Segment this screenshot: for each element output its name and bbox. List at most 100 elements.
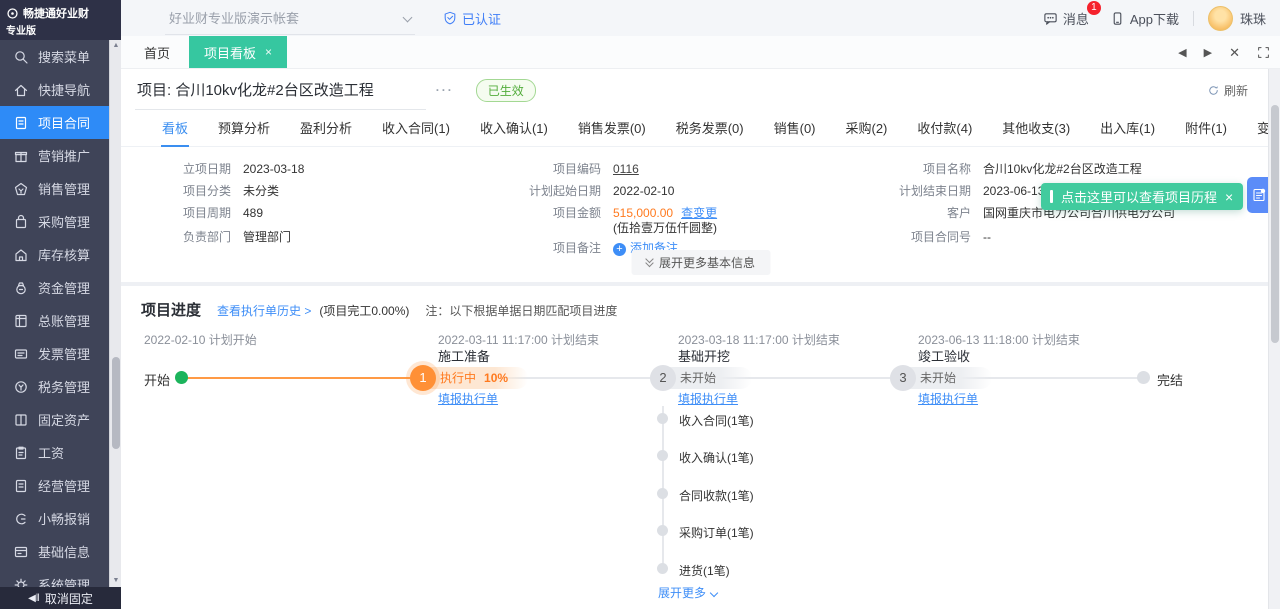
project-amount: 515,000.00 — [613, 206, 674, 220]
sidebar-scrollbar-thumb[interactable] — [112, 357, 120, 450]
progress-note: 注：以下根据单据日期匹配项目进度 — [425, 304, 618, 318]
tab-sales-invoice[interactable]: 销售发票(0) — [563, 111, 661, 147]
tab-board[interactable]: 看板 — [147, 111, 203, 147]
sidebar-item-label: 工资 — [38, 446, 65, 461]
brand-name: 畅捷通好业财 — [23, 8, 89, 20]
sidebar-item-business-mgmt[interactable]: 经营管理 — [0, 469, 109, 502]
unpin-sidebar-button[interactable]: ◀‖ 取消固定 — [0, 587, 121, 609]
field-value: 2022-02-10 — [613, 184, 675, 198]
sidebar-item-fixed-assets[interactable]: 固定资产 — [0, 403, 109, 436]
project-header-card: 项目: 合川10kv化龙#2台区改造工程 ··· 已生效 刷新 看板 预算分析 … — [121, 69, 1280, 282]
sidebar-item-label: 总账管理 — [38, 314, 91, 329]
scroll-down-icon[interactable]: ▼ — [110, 575, 122, 587]
topbar: 好业财专业版演示帐套 已认证 消息 1 App下载 珠珠 — [121, 0, 1280, 36]
field-label: 计划起始日期 — [528, 184, 601, 198]
scroll-up-icon[interactable]: ▲ — [110, 40, 122, 52]
tab-other-income-expense[interactable]: 其他收支(3) — [987, 111, 1085, 147]
funds-icon — [13, 280, 29, 296]
detail-tab-bar: 看板 预算分析 盈利分析 收入合同(1) 收入确认(1) 销售发票(0) 税务发… — [121, 111, 1280, 147]
messages-count-badge: 1 — [1086, 0, 1101, 15]
expense-icon — [13, 511, 29, 527]
fill-execution-order-link[interactable]: 填报执行单 — [918, 390, 978, 407]
expand-more-docs-link[interactable]: 展开更多 — [658, 584, 719, 601]
sidebar-item-purchase-mgmt[interactable]: 采购管理 — [0, 205, 109, 238]
tab-attachments[interactable]: 附件(1) — [1170, 111, 1242, 147]
search-icon — [13, 49, 29, 65]
tab-payments[interactable]: 收付款(4) — [902, 111, 987, 147]
refresh-button[interactable]: 刷新 — [1207, 82, 1248, 99]
tab-scroll-right-icon[interactable]: ▶ — [1204, 46, 1212, 59]
doc-item: 收入合同(1笔) — [679, 414, 754, 428]
project-title: 项目: 合川10kv化龙#2台区改造工程 — [135, 70, 426, 110]
page-scrollbar[interactable] — [1268, 69, 1280, 609]
stage-name: 基础开挖 — [678, 349, 731, 364]
double-chevron-down-icon — [644, 254, 654, 268]
sidebar-item-base-info[interactable]: 基础信息 — [0, 535, 109, 568]
view-changes-link[interactable]: 查变更 — [681, 205, 717, 222]
sidebar-item-payroll[interactable]: 工资 — [0, 436, 109, 469]
sidebar-item-funds[interactable]: 资金管理 — [0, 271, 109, 304]
tab-profit-analysis[interactable]: 盈利分析 — [285, 111, 367, 147]
tab-budget-analysis[interactable]: 预算分析 — [203, 111, 285, 147]
fill-execution-order-link[interactable]: 填报执行单 — [678, 390, 738, 407]
field-label: 立项日期 — [182, 162, 231, 176]
gift-icon — [13, 148, 29, 164]
sidebar-item-invoice[interactable]: 发票管理 — [0, 337, 109, 370]
tab-tax-invoice[interactable]: 税务发票(0) — [661, 111, 759, 147]
username[interactable]: 珠珠 — [1240, 9, 1266, 28]
account-set-dropdown[interactable]: 好业财专业版演示帐套 — [165, 1, 415, 35]
field-value: 489 — [243, 206, 264, 220]
chevron-down-icon — [709, 588, 719, 597]
fill-execution-order-link[interactable]: 填报执行单 — [438, 390, 498, 407]
more-actions-button[interactable]: ··· — [436, 83, 454, 97]
doc-item: 进货(1笔) — [679, 564, 730, 578]
stage-status: 未开始 — [920, 371, 957, 385]
field-label: 客户 — [946, 206, 971, 220]
sidebar-item-quick-nav[interactable]: 快捷导航 — [0, 73, 109, 106]
app-download-button[interactable]: App下载 — [1110, 9, 1179, 28]
sidebar-item-inventory[interactable]: 库存核算 — [0, 238, 109, 271]
stage-name: 施工准备 — [438, 349, 491, 364]
messages-button[interactable]: 消息 1 — [1043, 0, 1101, 28]
tooltip-close-icon[interactable]: × — [1225, 189, 1233, 205]
sidebar-scrollbar[interactable]: ▲ ▼ — [109, 40, 121, 587]
sidebar-item-search-menu[interactable]: 搜索菜单 — [0, 40, 109, 73]
fullscreen-icon[interactable] — [1257, 46, 1270, 59]
shield-check-icon — [443, 11, 457, 25]
tab-home[interactable]: 首页 — [125, 36, 189, 68]
tab-income-contract[interactable]: 收入合同(1) — [367, 111, 465, 147]
sidebar-item-sales-mgmt[interactable]: 销售管理 — [0, 172, 109, 205]
doc-dot — [657, 450, 668, 461]
expand-more-info-button[interactable]: 展开更多基本信息 — [630, 250, 771, 275]
phone-icon — [1110, 11, 1125, 26]
field-value: 合川10kv化龙#2台区改造工程 — [983, 162, 1142, 176]
chat-bubble-icon — [1043, 11, 1058, 26]
timeline-progress-line — [181, 377, 423, 379]
tax-icon — [13, 379, 29, 395]
sidebar-item-expense[interactable]: 小畅报销 — [0, 502, 109, 535]
field-label: 项目分类 — [182, 184, 231, 198]
sidebar-item-general-ledger[interactable]: 总账管理 — [0, 304, 109, 337]
timeline-end-dot — [1137, 371, 1150, 384]
sidebar-item-project-contract[interactable]: 项目合同 — [0, 106, 109, 139]
tab-purchase[interactable]: 采购(2) — [831, 111, 903, 147]
tab-sales[interactable]: 销售(0) — [759, 111, 831, 147]
sidebar-item-label: 税务管理 — [38, 380, 91, 395]
user-avatar[interactable] — [1207, 5, 1233, 31]
sidebar-item-tax[interactable]: 税务管理 — [0, 370, 109, 403]
sidebar-item-marketing[interactable]: 营销推广 — [0, 139, 109, 172]
close-all-tabs-icon[interactable]: ✕ — [1229, 45, 1240, 61]
field-value: 2023-03-18 — [243, 162, 305, 176]
certified-badge[interactable]: 已认证 — [443, 9, 501, 28]
tab-income-confirm[interactable]: 收入确认(1) — [465, 111, 563, 147]
page-scrollbar-thumb[interactable] — [1271, 105, 1279, 343]
tab-stock-in-out[interactable]: 出入库(1) — [1085, 111, 1170, 147]
tab-project-board[interactable]: 项目看板 × — [189, 36, 288, 68]
project-code-link[interactable]: 0116 — [613, 161, 639, 178]
tab-scroll-left-icon[interactable]: ◀ — [1178, 46, 1186, 59]
sidebar-item-label: 基础信息 — [38, 545, 91, 560]
warehouse-icon — [13, 247, 29, 263]
tab-close-icon[interactable]: × — [265, 45, 272, 59]
field-label: 项目金额 — [552, 206, 601, 220]
execution-history-link[interactable]: 查看执行单历史 > — [217, 302, 311, 319]
